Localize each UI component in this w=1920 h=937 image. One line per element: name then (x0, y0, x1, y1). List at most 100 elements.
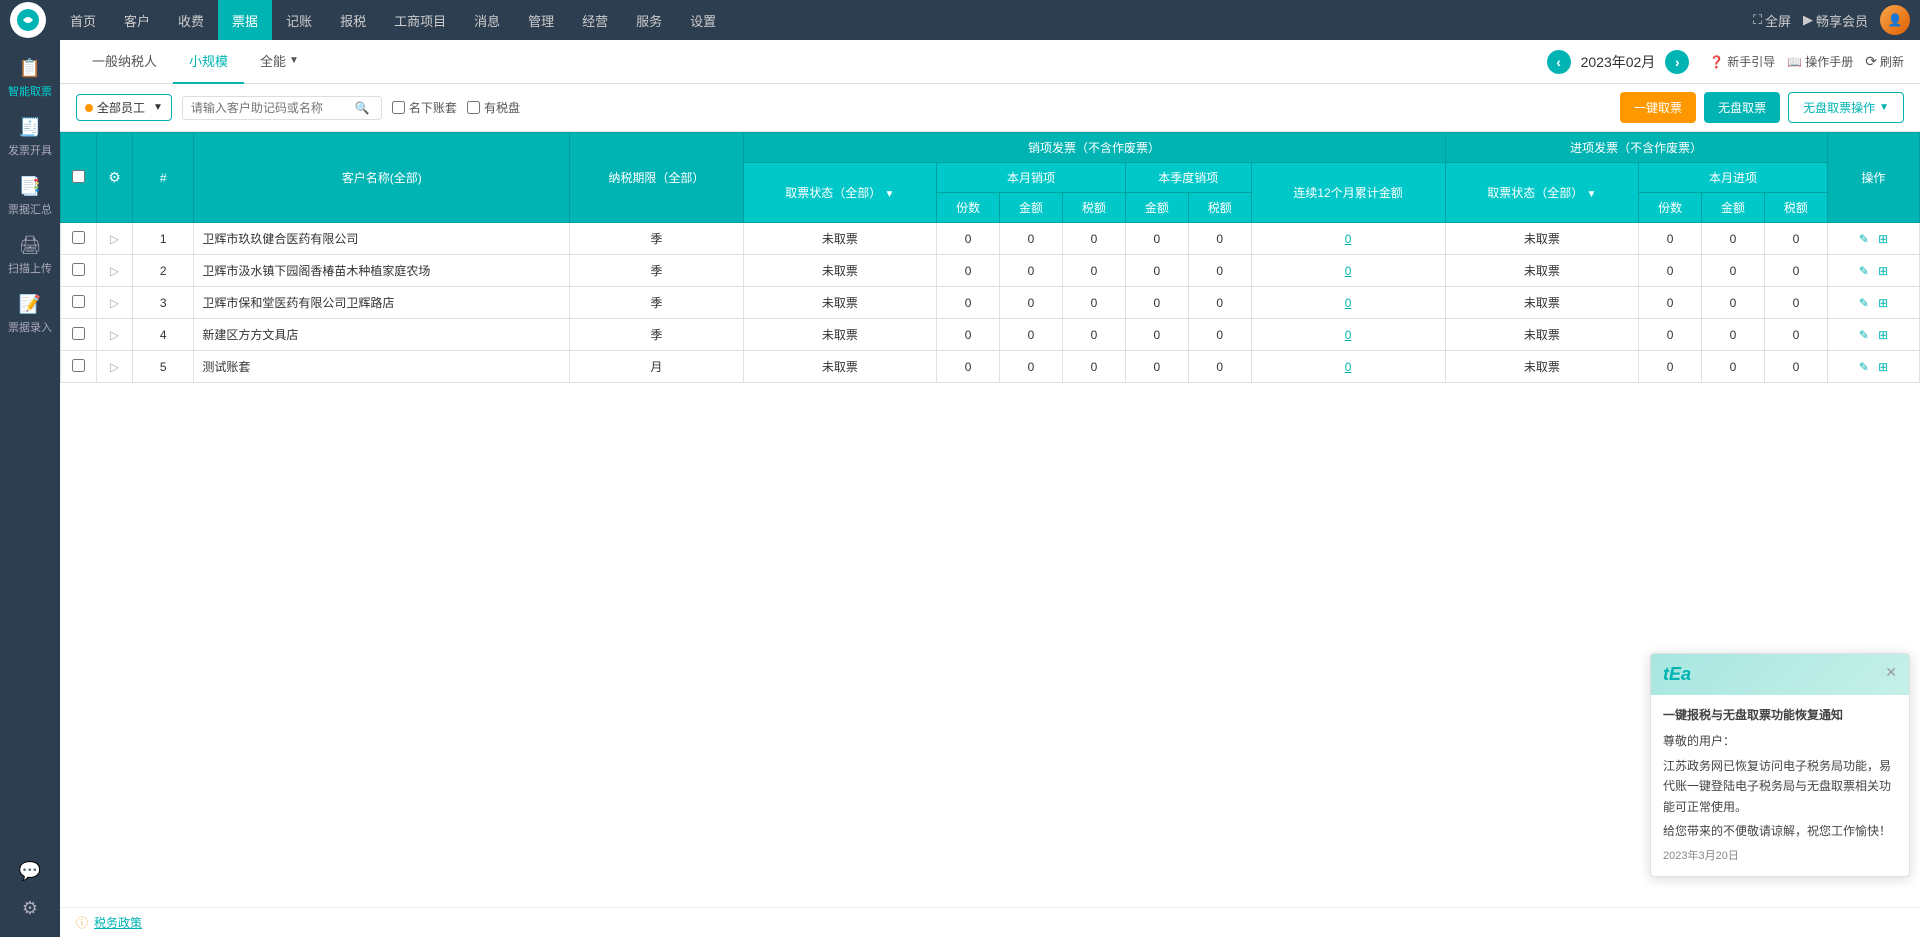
sale-12m-link[interactable]: 0 (1345, 328, 1352, 342)
next-month-btn[interactable]: › (1665, 50, 1689, 74)
one-click-btn[interactable]: 一键取票 (1620, 92, 1696, 123)
row-sale-status: 未取票 (743, 319, 937, 351)
toolbar-right: 一键取票 无盘取票 无盘取票操作 ▼ (1620, 92, 1904, 123)
filter-has-disk[interactable]: 有税盘 (467, 99, 520, 116)
row-purchase-m-amount: 0 (1702, 319, 1765, 351)
notif-apology: 给您带来的不便敬请谅解，祝您工作愉快！ (1663, 821, 1897, 841)
expand-icon[interactable]: ▷ (110, 360, 119, 374)
th-sale-m-amount: 金额 (1000, 193, 1063, 223)
sidebar-item-scan[interactable]: 🖨 扫描上传 (2, 227, 58, 284)
edit-icon[interactable]: ✎ (1859, 328, 1869, 342)
nav-tax[interactable]: 报税 (326, 0, 380, 40)
purchase-status-filter-icon[interactable]: ▼ (1587, 189, 1597, 200)
filter-my-accounts-checkbox[interactable] (392, 101, 405, 114)
user-avatar[interactable]: 👤 (1880, 5, 1910, 35)
view-icon[interactable]: ⊞ (1878, 296, 1888, 310)
row-checkbox[interactable] (72, 231, 85, 244)
edit-icon[interactable]: ✎ (1859, 264, 1869, 278)
search-input[interactable] (191, 101, 351, 115)
no-disk-ops-btn[interactable]: 无盘取票操作 ▼ (1788, 92, 1904, 123)
th-sale-m-count: 份数 (937, 193, 1000, 223)
expand-icon[interactable]: ▷ (110, 296, 119, 310)
no-disk-btn[interactable]: 无盘取票 (1704, 92, 1780, 123)
filter-my-accounts[interactable]: 名下账套 (392, 99, 457, 116)
notif-body: 一键报税与无盘取票功能恢复通知 尊敬的用户： 江苏政务网已恢复访问电子税务局功能… (1651, 695, 1909, 876)
sale-status-filter-icon[interactable]: ▼ (885, 189, 895, 200)
tax-policy-link[interactable]: 税务政策 (94, 914, 142, 931)
refresh-icon: ⟳ (1865, 53, 1877, 70)
th-num: # (133, 133, 194, 223)
row-expand-cell: ▷ (97, 223, 133, 255)
row-sale-m-amount: 0 (1000, 351, 1063, 383)
nav-manage[interactable]: 管理 (514, 0, 568, 40)
row-checkbox[interactable] (72, 327, 85, 340)
row-checkbox[interactable] (72, 359, 85, 372)
edit-icon[interactable]: ✎ (1859, 232, 1869, 246)
expand-icon[interactable]: ▷ (110, 328, 119, 342)
view-icon[interactable]: ⊞ (1878, 232, 1888, 246)
search-icon[interactable]: 🔍 (355, 101, 370, 115)
row-sale-12m: 0 (1251, 223, 1445, 255)
sale-12m-link[interactable]: 0 (1345, 296, 1352, 310)
row-sale-q-tax: 0 (1188, 319, 1251, 351)
row-sale-m-count: 0 (937, 319, 1000, 351)
row-checkbox[interactable] (72, 295, 85, 308)
nav-service[interactable]: 服务 (622, 0, 676, 40)
refresh-btn[interactable]: ⟳ 刷新 (1865, 53, 1904, 70)
sidebar-item-config[interactable]: ⚙ (2, 890, 58, 927)
view-icon[interactable]: ⊞ (1878, 328, 1888, 342)
row-sale-q-amount: 0 (1125, 319, 1188, 351)
nav-fee[interactable]: 收费 (164, 0, 218, 40)
select-all-checkbox[interactable] (72, 170, 85, 183)
row-sale-m-amount: 0 (1000, 319, 1063, 351)
filter-has-disk-checkbox[interactable] (467, 101, 480, 114)
nav-client[interactable]: 客户 (110, 0, 164, 40)
nav-invoice[interactable]: 票据 (218, 0, 272, 40)
edit-icon[interactable]: ✎ (1859, 360, 1869, 374)
row-checkbox[interactable] (72, 263, 85, 276)
nav-home[interactable]: 首页 (56, 0, 110, 40)
manual-btn[interactable]: 📖 操作手册 (1787, 53, 1853, 70)
fullscreen-btn[interactable]: ⛶ 全屏 (1753, 11, 1791, 30)
sale-12m-link[interactable]: 0 (1345, 264, 1352, 278)
row-purchase-status: 未取票 (1445, 351, 1639, 383)
guide-btn[interactable]: ❓ 新手引导 (1709, 53, 1775, 70)
row-sale-m-tax: 0 (1062, 223, 1125, 255)
prev-month-btn[interactable]: ‹ (1547, 50, 1571, 74)
employee-select[interactable]: 全部员工 ▼ (76, 94, 172, 121)
notif-close-btn[interactable]: ✕ (1885, 664, 1897, 681)
edit-icon[interactable]: ✎ (1859, 296, 1869, 310)
tab-all-function[interactable]: 全能 ▼ (244, 40, 315, 84)
tab-general-taxpayer[interactable]: 一般纳税人 (76, 40, 173, 84)
sidebar-item-smart-ticket[interactable]: 📋 智能取票 (2, 50, 58, 107)
sidebar-item-open-invoice[interactable]: 🧾 发票开具 (2, 109, 58, 166)
row-actions: ✎ ⊞ (1827, 287, 1919, 319)
nav-business[interactable]: 工商项目 (380, 0, 460, 40)
row-sale-m-amount: 0 (1000, 223, 1063, 255)
expand-icon[interactable]: ▷ (110, 264, 119, 278)
row-sale-m-count: 0 (937, 287, 1000, 319)
nav-bookkeeping[interactable]: 记账 (272, 0, 326, 40)
th-period: 纳税期限（全部） (570, 133, 743, 223)
th-settings: ⚙ (97, 133, 133, 223)
member-btn[interactable]: ▶ 畅享会员 (1803, 11, 1868, 30)
nav-settings[interactable]: 设置 (676, 0, 730, 40)
row-num: 3 (133, 287, 194, 319)
view-icon[interactable]: ⊞ (1878, 264, 1888, 278)
th-sale-section: 销项发票（不含作废票） (743, 133, 1445, 163)
expand-icon[interactable]: ▷ (110, 232, 119, 246)
row-purchase-m-amount: 0 (1702, 351, 1765, 383)
sale-12m-link[interactable]: 0 (1345, 232, 1352, 246)
view-icon[interactable]: ⊞ (1878, 360, 1888, 374)
sidebar-item-summary[interactable]: 📑 票据汇总 (2, 168, 58, 225)
sidebar-item-entry[interactable]: 📝 票据录入 (2, 286, 58, 343)
row-period: 季 (570, 287, 743, 319)
row-name: 卫辉市保和堂医药有限公司卫辉路店 (194, 287, 570, 319)
gear-icon[interactable]: ⚙ (108, 169, 121, 185)
nav-message[interactable]: 消息 (460, 0, 514, 40)
tab-small-scale[interactable]: 小规模 (173, 40, 244, 84)
sidebar-item-chat[interactable]: 💬 (2, 853, 58, 890)
row-expand-cell: ▷ (97, 287, 133, 319)
nav-operation[interactable]: 经营 (568, 0, 622, 40)
sale-12m-link[interactable]: 0 (1345, 360, 1352, 374)
